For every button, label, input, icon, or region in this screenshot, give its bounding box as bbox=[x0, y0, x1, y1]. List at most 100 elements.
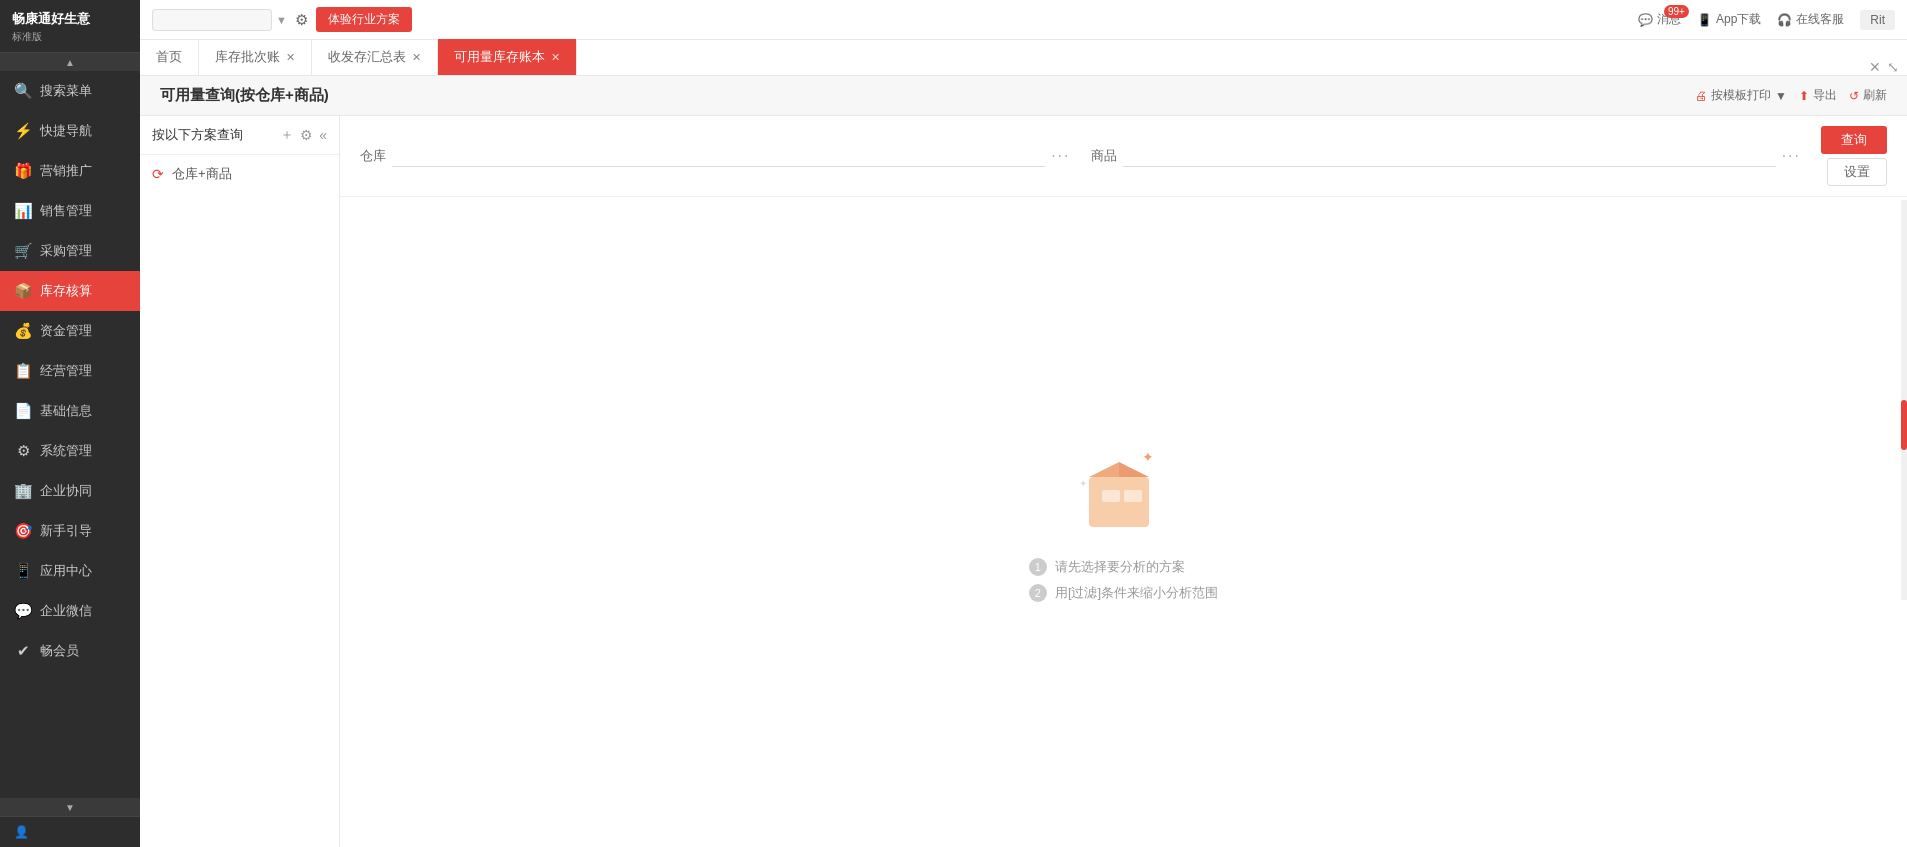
tab-batch-close-icon[interactable]: ✕ bbox=[286, 51, 295, 64]
main-area: ▼ ⚙ 体验行业方案 💬 消息 99+ 📱 App下载 🎧 在线客服 Rit bbox=[140, 0, 1907, 847]
sidebar-item-member[interactable]: ✔畅会员 bbox=[0, 631, 140, 671]
online-support[interactable]: 🎧 在线客服 bbox=[1777, 11, 1844, 28]
sidebar-label-inventory: 库存核算 bbox=[40, 282, 92, 300]
sidebar-item-newbie[interactable]: 🎯新手引导 bbox=[0, 511, 140, 551]
tab-avail-close-icon[interactable]: ✕ bbox=[551, 51, 560, 64]
add-icon[interactable]: ＋ bbox=[280, 126, 294, 144]
gear-icon[interactable]: ⚙ bbox=[295, 11, 308, 29]
export-btn[interactable]: ⬆ 导出 bbox=[1799, 87, 1837, 104]
right-content: 仓库 ··· 商品 ··· 查询 设置 bbox=[340, 116, 1907, 847]
left-panel: 按以下方案查询 ＋ ⚙ « ⟳ 仓库+商品 bbox=[140, 116, 340, 847]
sidebar-item-appstore[interactable]: 📱应用中心 bbox=[0, 551, 140, 591]
sidebar-menu: 🔍搜索菜单⚡快捷导航🎁营销推广📊销售管理🛒采购管理 📦 库存核算 💰 资金管理 📋 经营管理… bbox=[0, 71, 140, 798]
message-badge: 99+ bbox=[1664, 5, 1689, 18]
sidebar-item-shortcut[interactable]: ⚡快捷导航 bbox=[0, 111, 140, 151]
empty-illustration: ✦ ✦ bbox=[1074, 442, 1174, 542]
left-panel-header: 按以下方案查询 ＋ ⚙ « bbox=[140, 116, 339, 155]
print-btn[interactable]: 🖨 按模板打印 ▼ bbox=[1695, 87, 1787, 104]
sidebar-bottom: 👤 bbox=[0, 816, 140, 847]
warehouse-filter-more-icon[interactable]: ··· bbox=[1051, 147, 1070, 165]
product-filter-label: 商品 bbox=[1091, 147, 1117, 165]
sidebar-scroll-down[interactable]: ▼ bbox=[0, 798, 140, 816]
product-filter-input[interactable] bbox=[1123, 145, 1776, 167]
product-filter-more-icon[interactable]: ··· bbox=[1782, 147, 1801, 165]
sidebar-item-enterprise[interactable]: 🏢企业协同 bbox=[0, 471, 140, 511]
product-filter: 商品 ··· bbox=[1091, 145, 1802, 167]
tab-recv-ledger[interactable]: 收发存汇总表 ✕ bbox=[312, 39, 438, 75]
sidebar-item-finance[interactable]: 💰 资金管理 bbox=[0, 311, 140, 351]
sidebar-icon-sales: 📊 bbox=[14, 202, 32, 220]
collapse-icon[interactable]: « bbox=[319, 127, 327, 143]
tab-avail-ledger[interactable]: 可用量库存账本 ✕ bbox=[438, 39, 577, 75]
content-area: 按以下方案查询 ＋ ⚙ « ⟳ 仓库+商品 仓库 ··· bbox=[140, 116, 1907, 847]
search-input[interactable] bbox=[152, 9, 272, 31]
sidebar-item-basic[interactable]: 📄基础信息 bbox=[0, 391, 140, 431]
sidebar-icon-finance: 💰 bbox=[14, 322, 32, 340]
message-area[interactable]: 💬 消息 99+ bbox=[1638, 11, 1681, 28]
print-label: 按模板打印 bbox=[1711, 87, 1771, 104]
dropdown-icon[interactable]: ▼ bbox=[276, 14, 287, 26]
app-tag: 标准版 bbox=[12, 30, 128, 44]
empty-hints: 1 请先选择要分析的方案 2 用[过滤]条件来缩小分析范围 bbox=[1029, 558, 1218, 602]
sidebar-header: 畅康通好生意 标准版 bbox=[0, 0, 140, 53]
tabs-close-btn[interactable]: ✕ bbox=[1869, 59, 1881, 75]
sidebar-item-marketing[interactable]: 🎁营销推广 bbox=[0, 151, 140, 191]
app-download[interactable]: 📱 App下载 bbox=[1697, 11, 1761, 28]
sidebar-label-operation: 经营管理 bbox=[40, 362, 92, 380]
left-panel-header-actions: ＋ ⚙ « bbox=[280, 126, 327, 144]
online-support-label: 在线客服 bbox=[1796, 11, 1844, 28]
hint-item-1: 1 请先选择要分析的方案 bbox=[1029, 558, 1218, 576]
tab-avail-ledger-label: 可用量库存账本 bbox=[454, 48, 545, 66]
tabs-expand-btn[interactable]: ⤡ bbox=[1887, 59, 1899, 75]
sidebar-item-search[interactable]: 🔍搜索菜单 bbox=[0, 71, 140, 111]
sidebar-icon-member: ✔ bbox=[14, 642, 32, 660]
sidebar-icon-inventory: 📦 bbox=[14, 282, 32, 300]
user-avatar: 👤 bbox=[14, 825, 29, 839]
sidebar-label-wechat: 企业微信 bbox=[40, 602, 92, 620]
right-scrollbar bbox=[1901, 200, 1907, 600]
topbar: ▼ ⚙ 体验行业方案 💬 消息 99+ 📱 App下载 🎧 在线客服 Rit bbox=[140, 0, 1907, 40]
tab-recv-close-icon[interactable]: ✕ bbox=[412, 51, 421, 64]
sidebar-label-finance: 资金管理 bbox=[40, 322, 92, 340]
sidebar-item-operation[interactable]: 📋 经营管理 bbox=[0, 351, 140, 391]
sidebar-label-marketing: 营销推广 bbox=[40, 162, 92, 180]
user-area[interactable]: Rit bbox=[1860, 10, 1895, 30]
warehouse-filter-label: 仓库 bbox=[360, 147, 386, 165]
hint-item-2: 2 用[过滤]条件来缩小分析范围 bbox=[1029, 584, 1218, 602]
tab-batch-ledger-label: 库存批次账 bbox=[215, 48, 280, 66]
sidebar-icon-purchase: 🛒 bbox=[14, 242, 32, 260]
sidebar-label-search: 搜索菜单 bbox=[40, 82, 92, 100]
warehouse-item-label: 仓库+商品 bbox=[172, 165, 232, 183]
tab-home[interactable]: 首页 bbox=[140, 39, 199, 75]
sidebar-icon-operation: 📋 bbox=[14, 362, 32, 380]
sidebar-icon-wechat: 💬 bbox=[14, 602, 32, 620]
sidebar-item-wechat[interactable]: 💬 企业微信 bbox=[0, 591, 140, 631]
phone-icon: 📱 bbox=[1697, 13, 1712, 27]
filter-bar: 仓库 ··· 商品 ··· 查询 设置 bbox=[340, 116, 1907, 197]
username-label: Rit bbox=[1870, 13, 1885, 27]
sidebar-scroll-up[interactable]: ▲ bbox=[0, 53, 140, 71]
sidebar-item-system[interactable]: ⚙系统管理 bbox=[0, 431, 140, 471]
refresh-btn[interactable]: ↺ 刷新 bbox=[1849, 87, 1887, 104]
hint-text-1: 请先选择要分析的方案 bbox=[1055, 558, 1185, 576]
sidebar-item-inventory[interactable]: 📦 库存核算 bbox=[0, 271, 140, 311]
topbar-search: ▼ bbox=[152, 9, 287, 31]
sidebar: 畅康通好生意 标准版 ▲ 🔍搜索菜单⚡快捷导航🎁营销推广📊销售管理🛒采购管理 📦 库… bbox=[0, 0, 140, 847]
warehouse-filter-input[interactable] bbox=[392, 145, 1045, 167]
filter-actions: 查询 设置 bbox=[1821, 126, 1887, 186]
scrollbar-thumb[interactable] bbox=[1901, 400, 1907, 450]
svg-text:✦: ✦ bbox=[1079, 478, 1087, 489]
tabs-right-actions: ✕ ⤡ bbox=[1861, 59, 1907, 75]
sidebar-item-purchase[interactable]: 🛒采购管理 bbox=[0, 231, 140, 271]
industry-btn[interactable]: 体验行业方案 bbox=[316, 7, 412, 32]
warehouse-item-icon: ⟳ bbox=[152, 166, 164, 182]
refresh-label: 刷新 bbox=[1863, 87, 1887, 104]
sidebar-icon-shortcut: ⚡ bbox=[14, 122, 32, 140]
left-panel-item-warehouse[interactable]: ⟳ 仓库+商品 bbox=[140, 155, 339, 193]
tab-batch-ledger[interactable]: 库存批次账 ✕ bbox=[199, 39, 312, 75]
settings-button[interactable]: 设置 bbox=[1827, 158, 1887, 186]
sidebar-item-sales[interactable]: 📊销售管理 bbox=[0, 191, 140, 231]
settings-icon[interactable]: ⚙ bbox=[300, 127, 313, 143]
query-button[interactable]: 查询 bbox=[1821, 126, 1887, 154]
print-dropdown-icon[interactable]: ▼ bbox=[1775, 89, 1787, 103]
